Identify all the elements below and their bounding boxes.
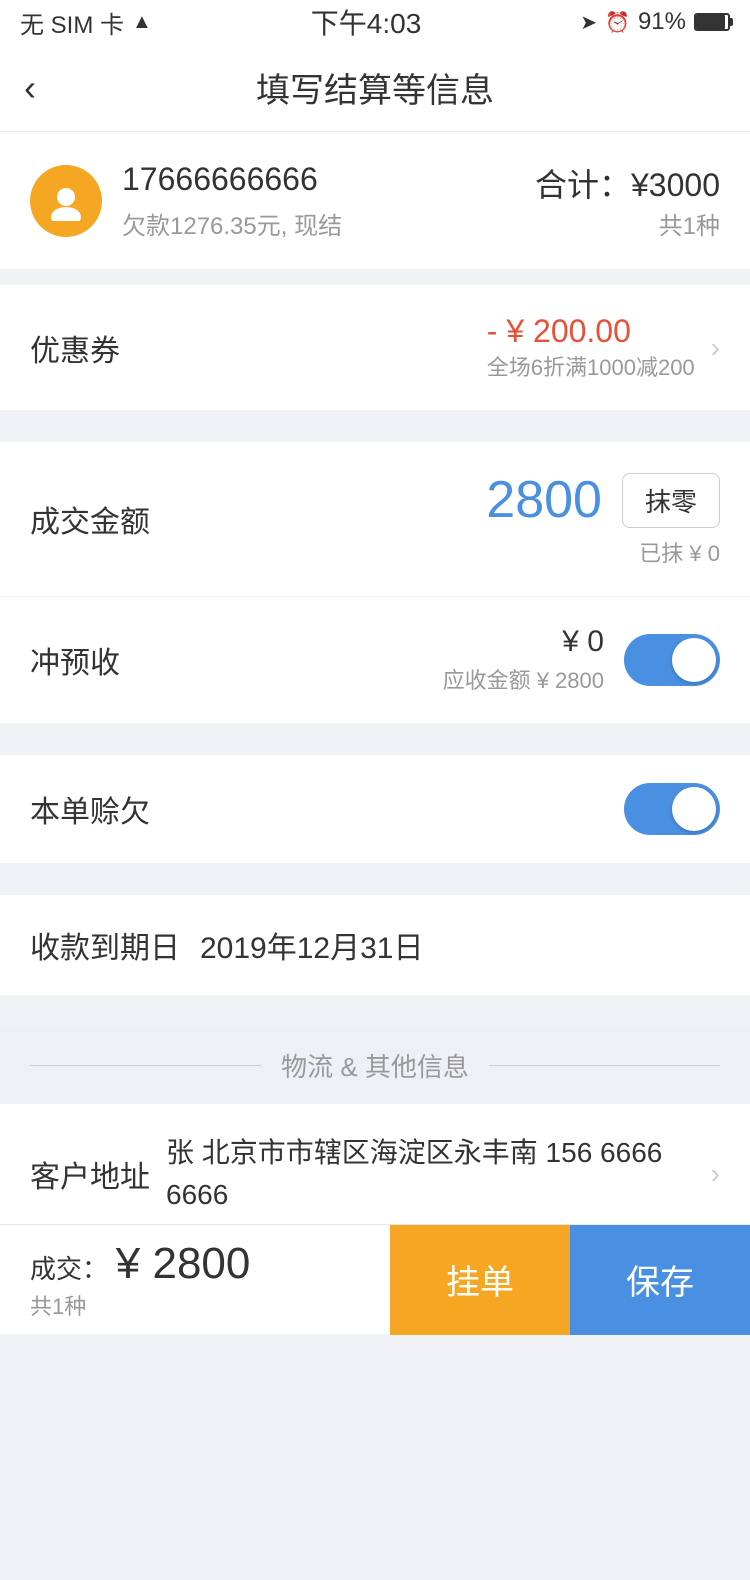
save-button[interactable]: 保存 <box>570 1225 750 1335</box>
coupon-info: - ¥ 200.00 全场6折满1000减200 <box>487 313 695 382</box>
coupon-label: 优惠券 <box>30 326 120 370</box>
prepay-label: 冲预收 <box>30 638 120 682</box>
coupon-desc: 全场6折满1000减200 <box>487 350 695 382</box>
divider-4 <box>0 1011 750 1027</box>
bottom-left: 成交： ¥ 2800 共1种 <box>0 1239 390 1321</box>
deal-amount-label: 成交金额 <box>30 497 150 541</box>
prepay-value: ¥ 0 <box>443 625 604 659</box>
alarm-icon: ⏰ <box>605 10 630 35</box>
amount-top: 2800 抹零 <box>486 470 720 530</box>
customer-phone: 17666666666 <box>122 161 342 198</box>
location-icon: ➤ <box>580 10 597 35</box>
date-value: 2019年12月31日 <box>200 923 423 967</box>
coupon-row[interactable]: 优惠券 - ¥ 200.00 全场6折满1000减200 › <box>0 285 750 410</box>
date-row: 收款到期日 2019年12月31日 <box>0 895 750 995</box>
credit-toggle-knob <box>672 787 716 831</box>
deal-amount-section: 成交金额 2800 抹零 已抹 ¥ 0 冲预收 ¥ 0 应收金额 ¥ 2800 <box>0 442 750 723</box>
prepay-sub: 应收金额 ¥ 2800 <box>443 663 604 695</box>
divider-3 <box>0 879 750 895</box>
address-value: 张 北京市市辖区海淀区永丰南 156 6666 6666 <box>150 1132 711 1216</box>
battery-label: 91% <box>638 8 686 36</box>
bottom-amount: ¥ 2800 <box>116 1239 251 1288</box>
customer-right: 合计：¥3000 共1种 <box>535 160 720 241</box>
coupon-amount: - ¥ 200.00 <box>487 313 631 349</box>
prepay-row: 冲预收 ¥ 0 应收金额 ¥ 2800 <box>0 597 750 723</box>
status-time: 下午4:03 <box>311 2 422 42</box>
coupon-chevron-icon: › <box>711 332 720 364</box>
title-line-right <box>489 1065 720 1066</box>
avatar <box>30 165 102 237</box>
coupon-right: - ¥ 200.00 全场6折满1000减200 › <box>487 313 720 382</box>
credit-row: 本单赊欠 <box>0 755 750 863</box>
deal-amount-sub: 已抹 ¥ 0 <box>639 536 720 568</box>
customer-info: 17666666666 欠款1276.35元, 现结 <box>122 161 342 241</box>
round-button[interactable]: 抹零 <box>622 473 720 528</box>
logistics-section-title: 物流 & 其他信息 <box>0 1027 750 1104</box>
title-line-left <box>30 1065 261 1066</box>
credit-section: 本单赊欠 <box>0 755 750 863</box>
logistics-title: 物流 & 其他信息 <box>281 1047 469 1084</box>
customer-sub: 欠款1276.35元, 现结 <box>122 206 342 241</box>
deal-amount-right: 2800 抹零 已抹 ¥ 0 <box>486 470 720 568</box>
wifi-icon: ▲ <box>132 11 152 34</box>
bottom-count: 共1种 <box>30 1289 360 1321</box>
content: 17666666666 欠款1276.35元, 现结 合计：¥3000 共1种 … <box>0 132 750 1580</box>
address-chevron-icon: › <box>711 1158 720 1190</box>
address-row[interactable]: 客户地址 张 北京市市辖区海淀区永丰南 156 6666 6666 › <box>0 1104 750 1244</box>
address-label: 客户地址 <box>30 1152 150 1196</box>
header: ‹ 填写结算等信息 <box>0 44 750 132</box>
customer-left: 17666666666 欠款1276.35元, 现结 <box>30 161 342 241</box>
carrier-label: 无 SIM 卡 <box>20 5 124 40</box>
divider-2 <box>0 739 750 755</box>
total-amount: 合计：¥3000 <box>535 160 720 206</box>
deal-amount-row: 成交金额 2800 抹零 已抹 ¥ 0 <box>0 442 750 597</box>
bottom-deal-label: 成交： ¥ 2800 <box>30 1239 360 1289</box>
customer-card: 17666666666 欠款1276.35元, 现结 合计：¥3000 共1种 <box>0 132 750 269</box>
page-title: 填写结算等信息 <box>256 63 494 112</box>
battery-icon <box>694 13 730 31</box>
prepay-values: ¥ 0 应收金额 ¥ 2800 <box>443 625 604 695</box>
credit-label: 本单赊欠 <box>30 787 150 831</box>
prepay-toggle[interactable] <box>624 634 720 686</box>
date-label: 收款到期日 <box>30 923 180 967</box>
status-left: 无 SIM 卡 ▲ <box>20 5 152 40</box>
divider-1 <box>0 426 750 442</box>
status-bar: 无 SIM 卡 ▲ 下午4:03 ➤ ⏰ 91% <box>0 0 750 44</box>
prepay-right: ¥ 0 应收金额 ¥ 2800 <box>443 625 720 695</box>
back-button[interactable]: ‹ <box>24 67 36 109</box>
hang-button[interactable]: 挂单 <box>390 1225 570 1335</box>
deal-amount-value: 2800 <box>486 470 602 530</box>
credit-toggle[interactable] <box>624 783 720 835</box>
bottom-bar: 成交： ¥ 2800 共1种 挂单 保存 <box>0 1224 750 1334</box>
toggle-knob <box>672 638 716 682</box>
status-right: ➤ ⏰ 91% <box>580 8 730 36</box>
total-count: 共1种 <box>535 206 720 241</box>
bottom-deal-text: 成交： <box>30 1254 108 1284</box>
